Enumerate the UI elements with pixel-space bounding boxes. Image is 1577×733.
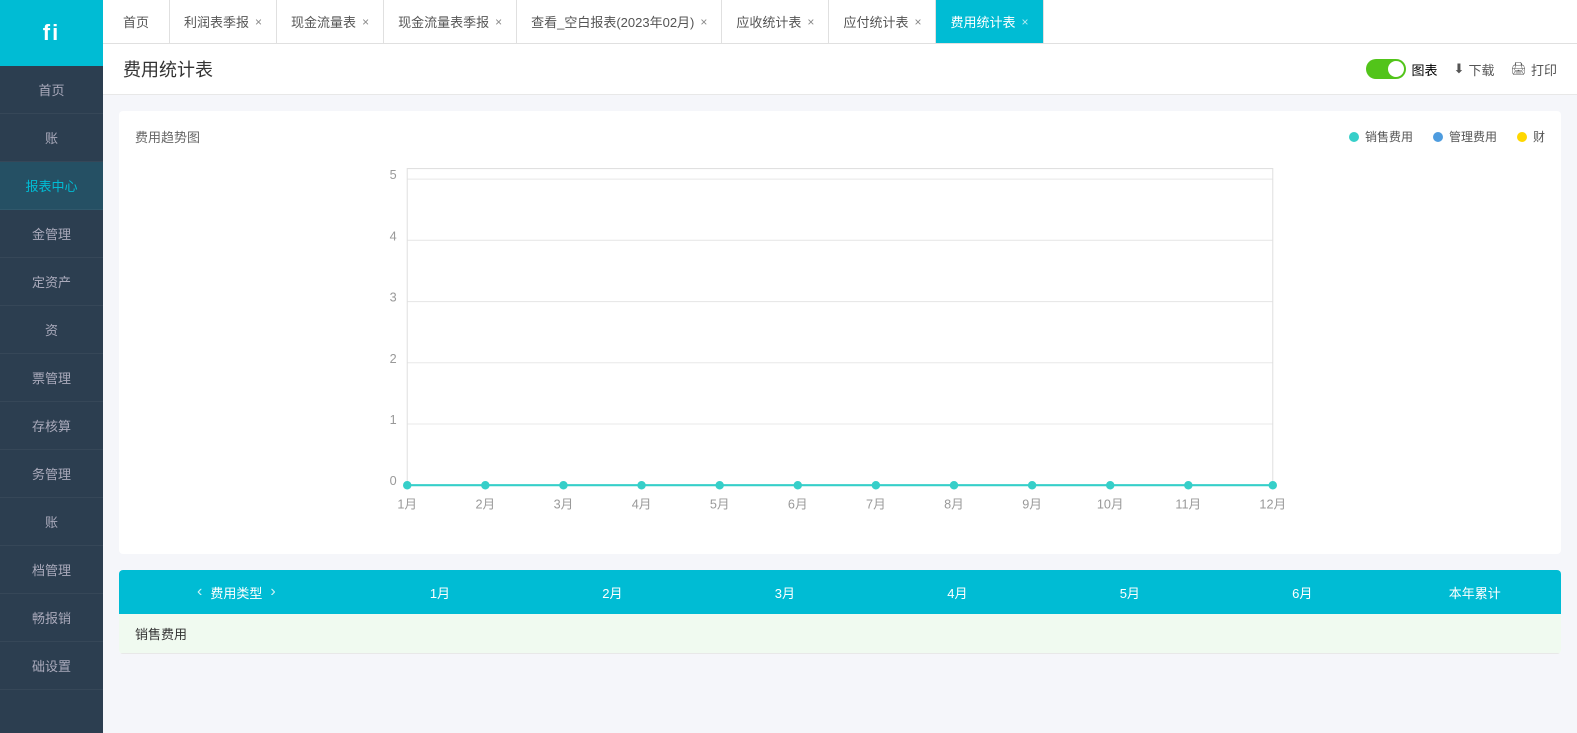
table-header-row: ‹ 费用类型 › 1月 2月 3月 4月 5月 6月 本年累计 [119,570,1561,614]
tab-bar: 首页 利润表季报 × 现金流量表 × 现金流量表季报 × 查看_空白报表(202… [103,0,1577,44]
sidebar-item-service-mgmt[interactable]: 务管理 [0,450,103,498]
close-tab-cashflow[interactable]: × [362,15,369,29]
sidebar-item-inventory[interactable]: 存核算 [0,402,103,450]
legend-dot-finance [1517,132,1527,142]
close-tab-expense[interactable]: × [1021,15,1028,29]
sidebar-item-fund-mgmt[interactable]: 金管理 [0,210,103,258]
close-tab-receivable[interactable]: × [807,15,814,29]
svg-text:3: 3 [390,291,397,305]
tab-expense[interactable]: 费用统计表 × [936,0,1043,43]
chart-container: 0 1 2 3 4 5 [135,158,1545,538]
sidebar-item-invoice-mgmt[interactable]: 票管理 [0,354,103,402]
table-row: 销售费用 [119,614,1561,654]
sidebar-item-investment[interactable]: 资 [0,306,103,354]
sidebar-item-basic-settings[interactable]: 础设置 [0,642,103,690]
page-title: 费用统计表 [123,56,213,82]
th-total: 本年累计 [1389,583,1561,602]
chart-header: 费用趋势图 销售费用 管理费用 财 [135,127,1545,146]
th-type-label: 费用类型 [210,583,262,602]
svg-text:10月: 10月 [1097,497,1124,511]
chart-card: 费用趋势图 销售费用 管理费用 财 [119,111,1561,554]
th-month-5: 5月 [1044,583,1216,602]
svg-text:0: 0 [390,474,397,488]
th-month-1: 1月 [354,583,526,602]
svg-text:1月: 1月 [397,497,417,511]
legend-label-finance: 财 [1533,128,1545,145]
sidebar-item-sales-return[interactable]: 畅报销 [0,594,103,642]
tab-receivable[interactable]: 应收统计表 × [722,0,829,43]
download-label: 下载 [1468,60,1494,79]
svg-text:8月: 8月 [944,497,964,511]
th-type: ‹ 费用类型 › [119,583,354,602]
svg-text:11月: 11月 [1175,497,1201,511]
tab-cashflow-quarterly[interactable]: 现金流量表季报 × [384,0,517,43]
chart-toggle-wrap: 图表 [1366,59,1438,79]
table-section: ‹ 费用类型 › 1月 2月 3月 4月 5月 6月 本年累计 销售费用 [119,570,1561,654]
sidebar-item-accounts[interactable]: 账 [0,498,103,546]
chart-title: 费用趋势图 [135,127,200,146]
chart-toggle[interactable] [1366,59,1406,79]
chart-toggle-label: 图表 [1412,60,1438,79]
tab-profit-quarterly[interactable]: 利润表季报 × [170,0,277,43]
content-area: 费用趋势图 销售费用 管理费用 财 [103,95,1577,733]
th-month-4: 4月 [871,583,1043,602]
download-button[interactable]: ⬇ 下载 [1454,60,1495,79]
tab-check-blank[interactable]: 查看_空白报表(2023年02月) × [517,0,722,43]
header-actions: 图表 ⬇ 下载 🖨 打印 [1366,59,1557,79]
svg-text:6月: 6月 [788,497,808,511]
tab-payable[interactable]: 应付统计表 × [829,0,936,43]
close-tab-payable[interactable]: × [914,15,921,29]
app-logo: fi [0,0,103,66]
svg-text:3月: 3月 [554,497,574,511]
svg-text:5月: 5月 [710,497,730,511]
chart-legend: 销售费用 管理费用 财 [1349,128,1545,145]
legend-item-finance: 财 [1517,128,1545,145]
print-label: 打印 [1531,60,1557,79]
legend-dot-admin [1433,132,1443,142]
svg-text:2月: 2月 [475,497,495,511]
sidebar: fi 首页 账 报表中心 金管理 定资产 资 票管理 存核算 务管理 账 档管理… [0,0,103,733]
page-header: 费用统计表 图表 ⬇ 下载 🖨 打印 [103,44,1577,95]
tab-home[interactable]: 首页 [103,0,170,43]
nav-prev-button[interactable]: ‹ [197,583,202,601]
close-tab-profit-quarterly[interactable]: × [255,15,262,29]
svg-text:2: 2 [390,352,397,366]
td-type-sales: 销售费用 [119,624,380,643]
th-month-2: 2月 [526,583,698,602]
legend-item-sales: 销售费用 [1349,128,1413,145]
svg-text:9月: 9月 [1022,497,1042,511]
svg-text:4: 4 [390,229,397,243]
sidebar-item-home[interactable]: 首页 [0,66,103,114]
tab-cashflow[interactable]: 现金流量表 × [277,0,384,43]
print-icon: 🖨 [1510,61,1527,77]
print-button[interactable]: 🖨 打印 [1510,60,1557,79]
legend-label-sales: 销售费用 [1365,128,1413,145]
svg-text:12月: 12月 [1259,497,1286,511]
close-tab-cashflow-quarterly[interactable]: × [495,15,502,29]
th-month-6: 6月 [1216,583,1388,602]
legend-item-admin: 管理费用 [1433,128,1497,145]
main-area: 首页 利润表季报 × 现金流量表 × 现金流量表季报 × 查看_空白报表(202… [103,0,1577,733]
sidebar-item-archive-mgmt[interactable]: 档管理 [0,546,103,594]
download-icon: ⬇ [1454,61,1465,77]
sidebar-item-fixed-assets[interactable]: 定资产 [0,258,103,306]
legend-dot-sales [1349,132,1359,142]
svg-text:4月: 4月 [632,497,652,511]
close-tab-check-blank[interactable]: × [700,15,707,29]
svg-text:1: 1 [390,413,397,427]
legend-label-admin: 管理费用 [1449,128,1497,145]
th-month-3: 3月 [699,583,871,602]
chart-svg: 0 1 2 3 4 5 [135,158,1545,538]
svg-text:5: 5 [390,168,397,182]
sidebar-item-report-center[interactable]: 报表中心 [0,162,103,210]
sidebar-item-ledger[interactable]: 账 [0,114,103,162]
nav-next-button[interactable]: › [270,583,275,601]
svg-text:7月: 7月 [866,497,886,511]
